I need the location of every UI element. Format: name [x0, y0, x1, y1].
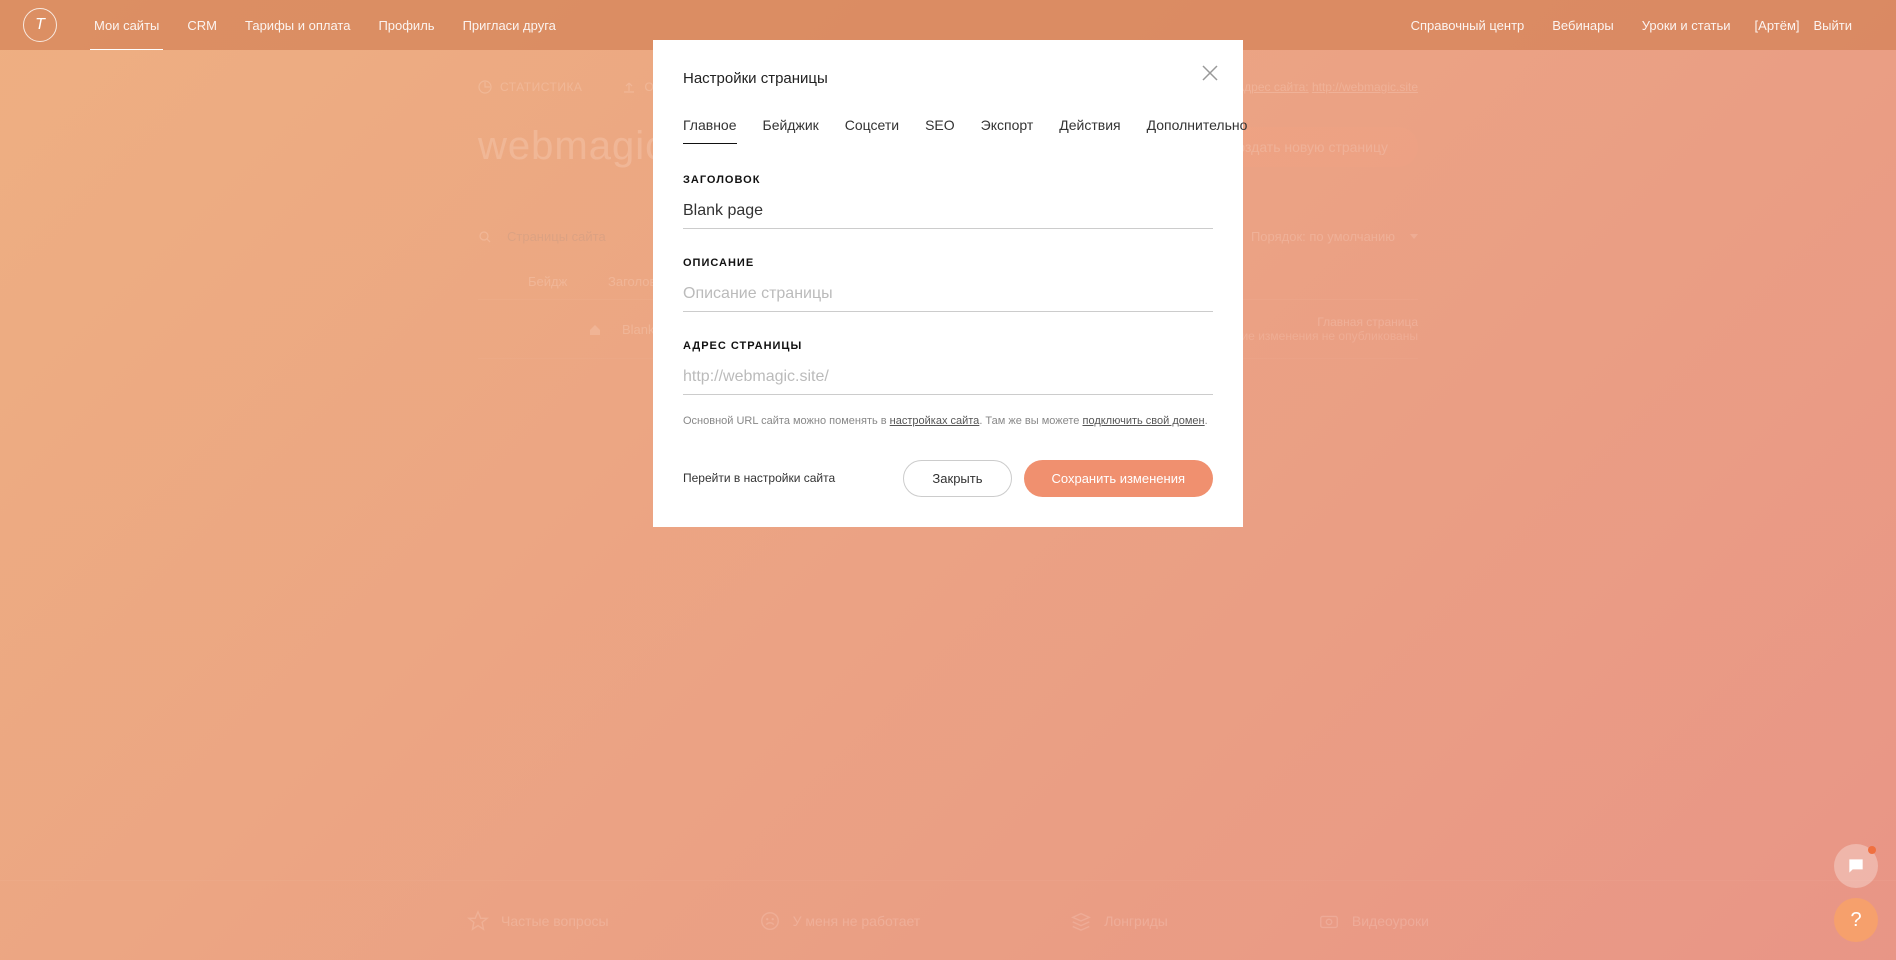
tab-actions[interactable]: Действия — [1059, 117, 1120, 144]
close-icon — [1199, 62, 1221, 84]
question-icon: ? — [1850, 909, 1861, 932]
close-button[interactable]: Закрыть — [903, 460, 1011, 497]
connect-domain-link[interactable]: подключить свой домен — [1082, 415, 1204, 427]
modal-tabs: Главное Бейджик Соцсети SEO Экспорт Дейс… — [683, 117, 1213, 144]
modal-close-button[interactable] — [1199, 62, 1221, 84]
title-field-label: ЗАГОЛОВОК — [683, 174, 1213, 186]
tab-badge[interactable]: Бейджик — [763, 117, 819, 144]
site-settings-link[interactable]: настройках сайта — [890, 415, 980, 427]
tab-main[interactable]: Главное — [683, 117, 737, 144]
url-hint: Основной URL сайта можно поменять в наст… — [683, 413, 1213, 430]
tab-export[interactable]: Экспорт — [981, 117, 1034, 144]
tab-seo[interactable]: SEO — [925, 117, 955, 144]
modal-backdrop[interactable]: Настройки страницы Главное Бейджик Соцсе… — [0, 0, 1896, 960]
modal-title: Настройки страницы — [683, 70, 1213, 87]
page-settings-modal: Настройки страницы Главное Бейджик Соцсе… — [653, 40, 1243, 527]
goto-site-settings-link[interactable]: Перейти в настройки сайта — [683, 471, 835, 485]
tab-more[interactable]: Дополнительно — [1147, 117, 1248, 144]
tab-social[interactable]: Соцсети — [845, 117, 899, 144]
url-prefix: http://webmagic.site/ — [683, 362, 1213, 395]
title-input[interactable] — [683, 196, 1213, 229]
save-button[interactable]: Сохранить изменения — [1024, 460, 1214, 497]
chat-icon — [1846, 856, 1866, 876]
description-field-label: ОПИСАНИЕ — [683, 257, 1213, 269]
url-field-label: АДРЕС СТРАНИЦЫ — [683, 340, 1213, 352]
help-widget[interactable]: ? — [1834, 898, 1878, 942]
description-input[interactable] — [683, 279, 1213, 312]
chat-widget[interactable] — [1834, 844, 1878, 888]
